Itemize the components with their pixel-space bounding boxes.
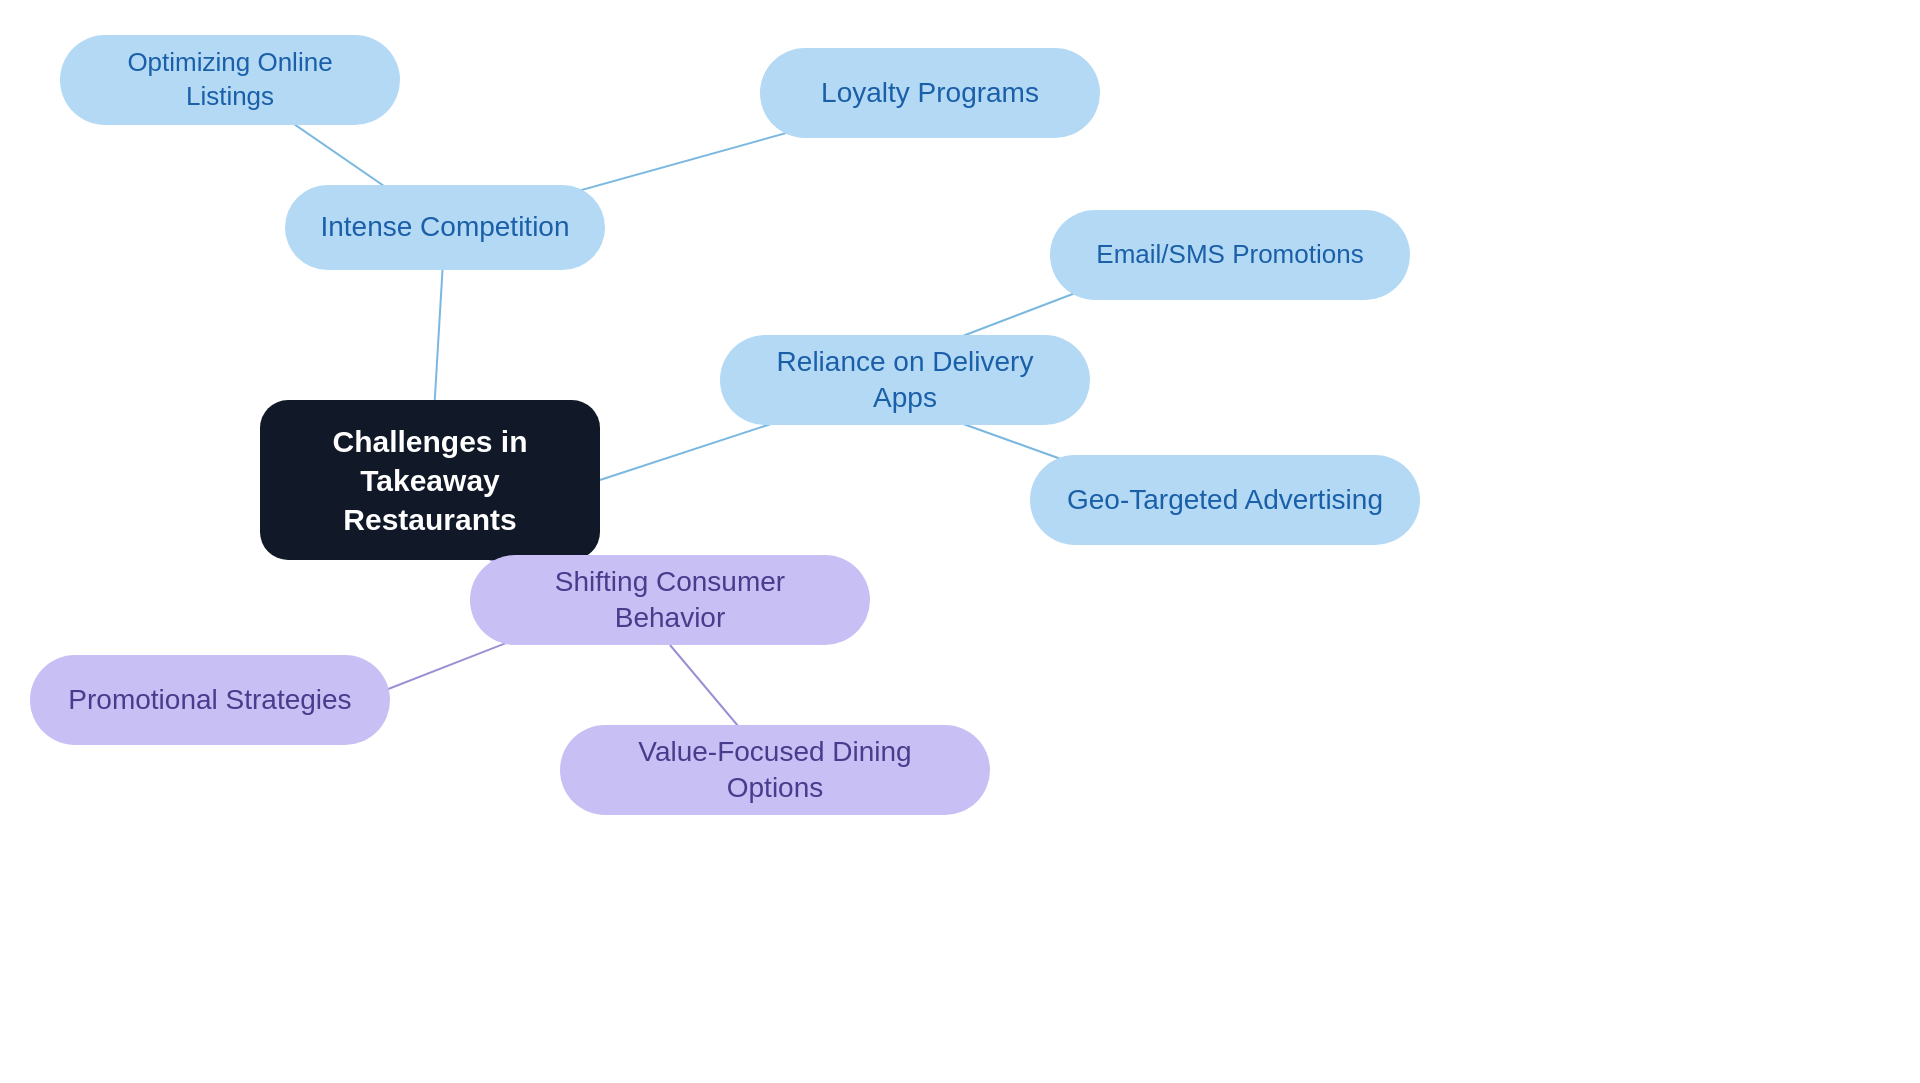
email-sms-node: Email/SMS Promotions bbox=[1050, 210, 1410, 300]
reliance-delivery-node: Reliance on Delivery Apps bbox=[720, 335, 1090, 425]
email-sms-label: Email/SMS Promotions bbox=[1096, 238, 1363, 272]
geo-targeted-node: Geo-Targeted Advertising bbox=[1030, 455, 1420, 545]
promotional-strategies-node: Promotional Strategies bbox=[30, 655, 390, 745]
loyalty-node: Loyalty Programs bbox=[760, 48, 1100, 138]
value-focused-label: Value-Focused Dining Options bbox=[592, 734, 958, 807]
center-node: Challenges in Takeaway Restaurants bbox=[260, 400, 600, 560]
reliance-delivery-label: Reliance on Delivery Apps bbox=[752, 344, 1058, 417]
intense-competition-node: Intense Competition bbox=[285, 185, 605, 270]
optimizing-node: Optimizing Online Listings bbox=[60, 35, 400, 125]
promotional-strategies-label: Promotional Strategies bbox=[68, 682, 351, 718]
intense-competition-label: Intense Competition bbox=[320, 209, 569, 245]
geo-targeted-label: Geo-Targeted Advertising bbox=[1067, 482, 1383, 518]
shifting-consumer-label: Shifting Consumer Behavior bbox=[502, 564, 838, 637]
optimizing-node-label: Optimizing Online Listings bbox=[92, 46, 368, 114]
value-focused-node: Value-Focused Dining Options bbox=[560, 725, 990, 815]
center-node-label: Challenges in Takeaway Restaurants bbox=[292, 422, 568, 539]
shifting-consumer-node: Shifting Consumer Behavior bbox=[470, 555, 870, 645]
loyalty-node-label: Loyalty Programs bbox=[821, 75, 1039, 111]
